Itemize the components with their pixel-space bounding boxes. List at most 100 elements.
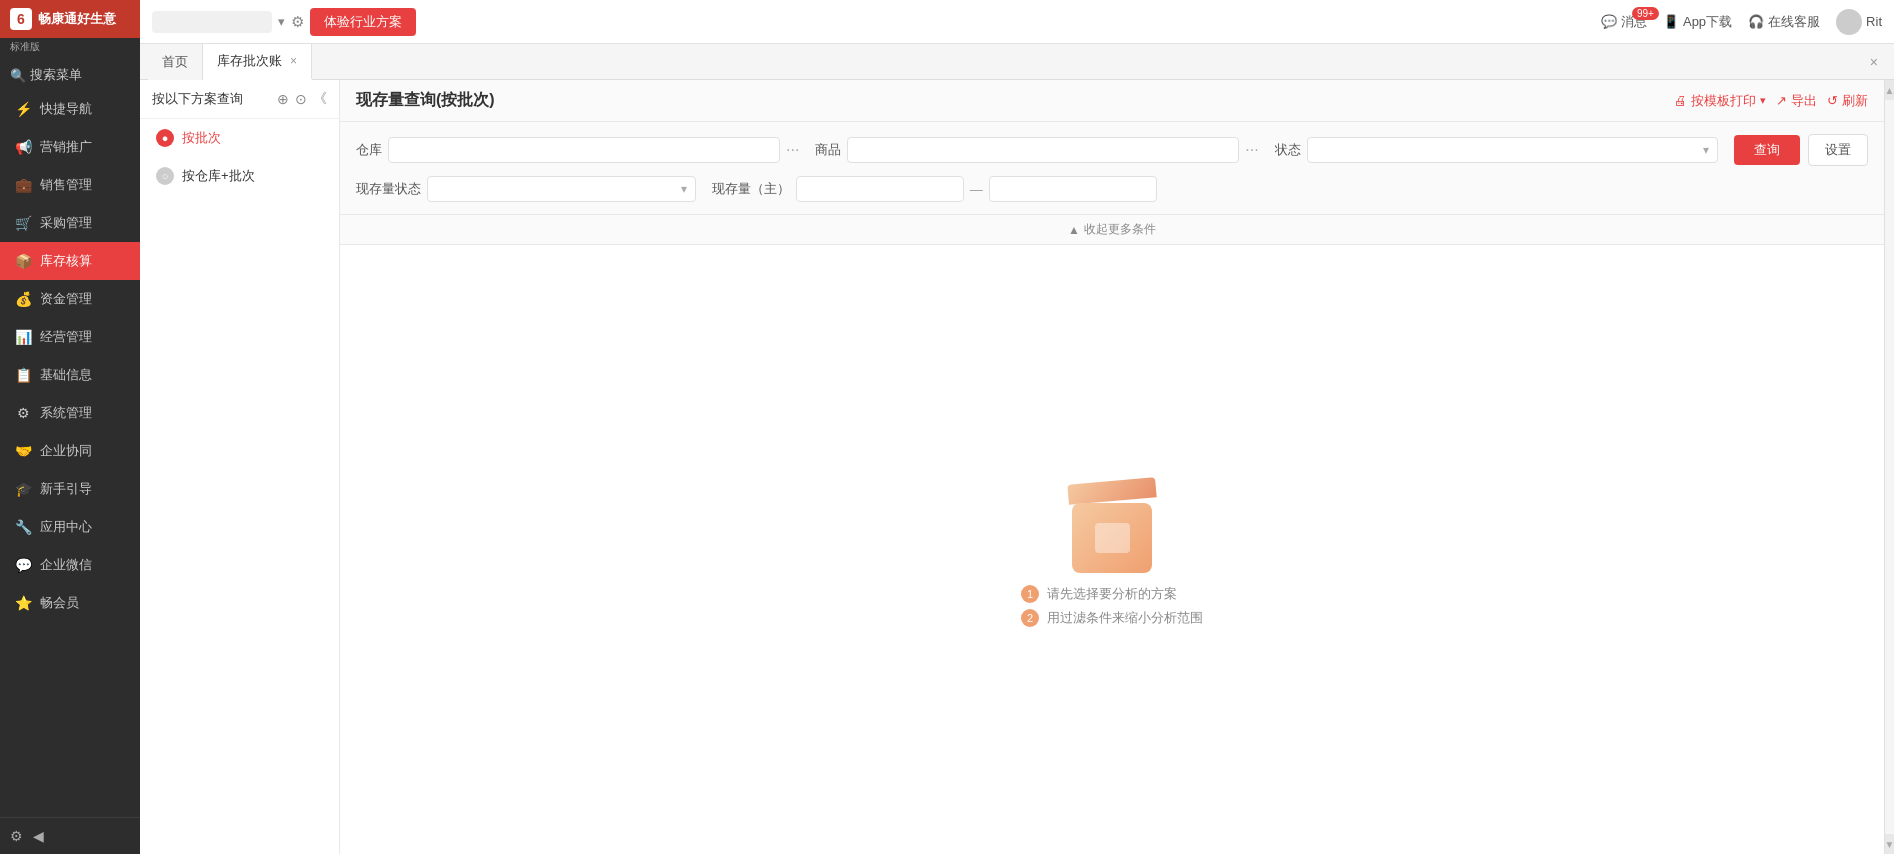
topbar-chevron-icon[interactable]: ▾ bbox=[278, 14, 285, 29]
add-plan-icon[interactable]: ⊕ bbox=[277, 91, 289, 107]
settings-plan-icon[interactable]: ⊙ bbox=[295, 91, 307, 107]
sidebar-item-inventory[interactable]: 📦 库存核算 bbox=[0, 242, 140, 280]
refresh-btn[interactable]: ↺ 刷新 bbox=[1827, 92, 1868, 110]
message-badge: 99+ bbox=[1632, 7, 1659, 20]
sidebar-item-label: 经营管理 bbox=[40, 328, 92, 346]
tab-close-all-icon[interactable]: × bbox=[1862, 54, 1886, 70]
query-btn[interactable]: 查询 bbox=[1734, 135, 1800, 165]
empty-box-body bbox=[1072, 503, 1152, 573]
sidebar-collapse-icon[interactable]: ◀ bbox=[33, 828, 44, 844]
operation-icon: 📊 bbox=[14, 328, 32, 346]
sidebar-item-purchase[interactable]: 🛒 采购管理 bbox=[0, 204, 140, 242]
sidebar-item-sales[interactable]: 💼 销售管理 bbox=[0, 166, 140, 204]
sidebar-item-label: 基础信息 bbox=[40, 366, 92, 384]
warehouse-label: 仓库 bbox=[356, 141, 382, 159]
filter-row-2: 现存量状态 ▾ 现存量（主） — bbox=[356, 176, 1868, 202]
sidebar-item-quick-nav[interactable]: ⚡ 快捷导航 bbox=[0, 90, 140, 128]
enterprise-icon: 🤝 bbox=[14, 442, 32, 460]
topbar-left: ▾ ⚙ 体验行业方案 bbox=[152, 8, 1593, 36]
empty-hint-2: 2 用过滤条件来缩小分析范围 bbox=[1021, 609, 1203, 627]
stock-qty-label: 现存量（主） bbox=[712, 180, 790, 198]
search-menu-item[interactable]: 🔍 搜索菜单 bbox=[0, 60, 140, 90]
filter-actions: 查询 设置 bbox=[1734, 134, 1868, 166]
stock-qty-to-input[interactable] bbox=[989, 176, 1157, 202]
collapse-more-btn[interactable]: ▲ 收起更多条件 bbox=[340, 215, 1884, 245]
app-logo: 6 bbox=[10, 8, 32, 30]
plan-label-batch: 按批次 bbox=[182, 129, 221, 147]
sidebar-item-marketing[interactable]: 📢 营销推广 bbox=[0, 128, 140, 166]
app-download-label: App下载 bbox=[1683, 13, 1732, 31]
sidebar-item-app-center[interactable]: 🔧 应用中心 bbox=[0, 508, 140, 546]
online-service-label: 在线客服 bbox=[1768, 13, 1820, 31]
stock-status-select[interactable]: ▾ bbox=[427, 176, 696, 202]
scrollbar-track bbox=[1885, 100, 1894, 834]
sidebar-item-basic[interactable]: 📋 基础信息 bbox=[0, 356, 140, 394]
message-icon: 💬 bbox=[1601, 14, 1617, 29]
message-btn[interactable]: 💬 消息 99+ bbox=[1601, 13, 1647, 31]
sidebar-item-newbie[interactable]: 🎓 新手引导 bbox=[0, 470, 140, 508]
tab-inventory-batch[interactable]: 库存批次账 × bbox=[203, 44, 312, 80]
system-icon: ⚙ bbox=[14, 404, 32, 422]
sidebar-item-label: 系统管理 bbox=[40, 404, 92, 422]
export-btn[interactable]: ↗ 导出 bbox=[1776, 92, 1817, 110]
stock-qty-from-input[interactable] bbox=[796, 176, 964, 202]
template-print-arrow: ▾ bbox=[1760, 94, 1766, 107]
sidebar-header: 6 畅康通好生意 bbox=[0, 0, 140, 38]
tab-home[interactable]: 首页 bbox=[148, 44, 203, 80]
sidebar-item-label: 企业微信 bbox=[40, 556, 92, 574]
warehouse-input[interactable] bbox=[388, 137, 780, 163]
stock-status-label: 现存量状态 bbox=[356, 180, 421, 198]
topbar-search-input[interactable] bbox=[152, 11, 272, 33]
tab-home-label: 首页 bbox=[162, 53, 188, 71]
stock-qty-dash: — bbox=[970, 182, 983, 197]
empty-box-face bbox=[1095, 523, 1130, 553]
online-service-btn[interactable]: 🎧 在线客服 bbox=[1748, 13, 1820, 31]
warehouse-more-icon[interactable]: ··· bbox=[786, 141, 799, 159]
inventory-icon: 📦 bbox=[14, 252, 32, 270]
sidebar-item-wechat[interactable]: 💬 企业微信 bbox=[0, 546, 140, 584]
template-print-btn[interactable]: 🖨 按模板打印 ▾ bbox=[1674, 92, 1766, 110]
app-download-btn[interactable]: 📱 App下载 bbox=[1663, 13, 1732, 31]
goods-input[interactable] bbox=[847, 137, 1239, 163]
filter-warehouse: 仓库 ··· bbox=[356, 137, 799, 163]
sidebar-item-enterprise[interactable]: 🤝 企业协同 bbox=[0, 432, 140, 470]
plan-icon-warehouse-batch: ○ bbox=[156, 167, 174, 185]
headset-icon: 🎧 bbox=[1748, 14, 1764, 29]
sidebar-item-system[interactable]: ⚙ 系统管理 bbox=[0, 394, 140, 432]
left-panel: 按以下方案查询 ⊕ ⊙ 《 ● 按批次 ○ 按仓库+批次 bbox=[140, 80, 340, 854]
sidebar-item-member[interactable]: ⭐ 畅会员 bbox=[0, 584, 140, 622]
left-panel-header-icons: ⊕ ⊙ 《 bbox=[277, 90, 327, 108]
sidebar-item-finance[interactable]: 💰 资金管理 bbox=[0, 280, 140, 318]
sidebar-item-label: 畅会员 bbox=[40, 594, 79, 612]
status-select[interactable]: ▾ bbox=[1307, 137, 1718, 163]
main-area: ▾ ⚙ 体验行业方案 💬 消息 99+ 📱 App下载 🎧 在线客服 Rit bbox=[140, 0, 1894, 854]
sidebar-item-label: 新手引导 bbox=[40, 480, 92, 498]
export-icon: ↗ bbox=[1776, 93, 1787, 108]
goods-more-icon[interactable]: ··· bbox=[1245, 141, 1258, 159]
scrollbar-up-btn[interactable]: ▲ bbox=[1885, 80, 1894, 100]
goods-label: 商品 bbox=[815, 141, 841, 159]
plan-label-warehouse-batch: 按仓库+批次 bbox=[182, 167, 255, 185]
search-icon: 🔍 bbox=[10, 68, 26, 83]
plan-item-by-batch[interactable]: ● 按批次 bbox=[140, 119, 339, 157]
scrollbar-down-btn[interactable]: ▼ bbox=[1885, 834, 1894, 854]
filter-settings-btn[interactable]: 设置 bbox=[1808, 134, 1868, 166]
app-name: 畅康通好生意 bbox=[38, 10, 116, 28]
topbar-gear-icon[interactable]: ⚙ bbox=[291, 13, 304, 31]
tab-close-icon[interactable]: × bbox=[290, 54, 297, 68]
plan-item-by-warehouse-batch[interactable]: ○ 按仓库+批次 bbox=[140, 157, 339, 195]
sidebar-item-label: 销售管理 bbox=[40, 176, 92, 194]
user-menu[interactable]: Rit bbox=[1836, 9, 1882, 35]
bottom-settings-icon[interactable]: ⚙ bbox=[10, 828, 23, 844]
empty-hints: 1 请先选择要分析的方案 2 用过滤条件来缩小分析范围 bbox=[1021, 585, 1203, 627]
sales-icon: 💼 bbox=[14, 176, 32, 194]
hint-2-num: 2 bbox=[1021, 609, 1039, 627]
sidebar-item-operation[interactable]: 📊 经营管理 bbox=[0, 318, 140, 356]
finance-icon: 💰 bbox=[14, 290, 32, 308]
collapse-label: 收起更多条件 bbox=[1084, 221, 1156, 238]
collapse-panel-icon[interactable]: 《 bbox=[313, 90, 327, 108]
search-menu-label: 搜索菜单 bbox=[30, 66, 82, 84]
experience-btn[interactable]: 体验行业方案 bbox=[310, 8, 416, 36]
topbar: ▾ ⚙ 体验行业方案 💬 消息 99+ 📱 App下载 🎧 在线客服 Rit bbox=[140, 0, 1894, 44]
newbie-icon: 🎓 bbox=[14, 480, 32, 498]
